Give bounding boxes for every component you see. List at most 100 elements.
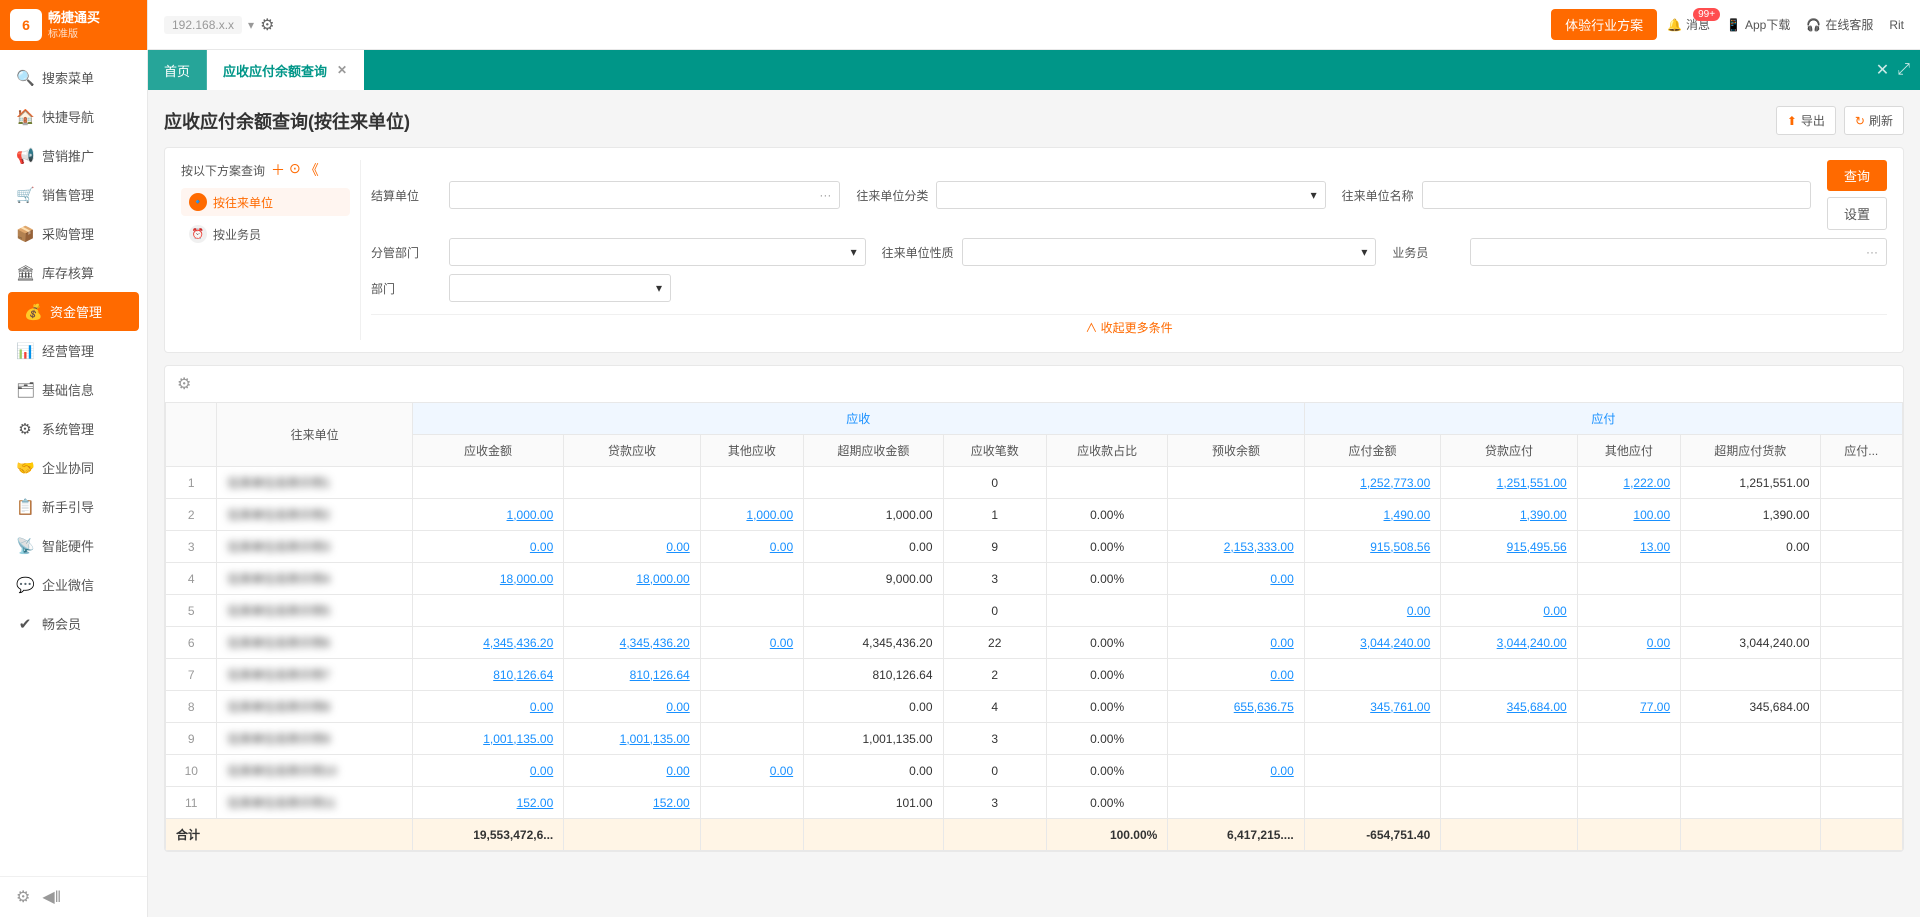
logo-icon: 6 [10,9,42,41]
sidebar-item-sales[interactable]: 🛒 销售管理 [0,175,147,214]
sidebar-item-purchase[interactable]: 📦 采购管理 [0,214,147,253]
col-overdue-ar: 超期应收金额 [804,435,943,467]
refresh-button[interactable]: ↻ 刷新 [1844,106,1904,135]
app-download-button[interactable]: 📱 App下载 [1726,16,1790,33]
filter-row-3: 部门 ▾ [371,274,1887,302]
query-button[interactable]: 查询 [1827,160,1887,191]
tab-close-icon[interactable]: ✕ [337,63,347,77]
header-dropdown-icon[interactable]: ▾ [248,18,254,32]
partner-nature-select[interactable]: ▾ [962,238,1377,266]
sidebar-item-label: 智能硬件 [42,536,94,555]
partner-name-cell[interactable]: 往来单位名称示例6 [217,627,412,659]
partner-name-cell[interactable]: 往来单位名称示例1 [217,467,412,499]
col-ar-ratio: 应收款占比 [1046,435,1167,467]
solution-button[interactable]: 体验行业方案 [1551,9,1657,40]
branch-dept-select[interactable]: ▾ [449,238,866,266]
online-service-button[interactable]: 🎧 在线客服 [1806,16,1873,33]
table-row: 2往来单位名称示例21,000.001,000.001,000.0010.00%… [166,499,1903,531]
header-address: 192.168.x.x [164,16,242,34]
page-actions: ⬆ 导出 ↻ 刷新 [1776,106,1904,135]
table-row: 5往来单位名称示例500.000.00 [166,595,1903,627]
sidebar-item-label: 采购管理 [42,224,94,243]
sidebar-item-newbie[interactable]: 📋 新手引导 [0,487,147,526]
partner-name-cell[interactable]: 往来单位名称示例11 [217,787,412,819]
app-version: 标准版 [48,25,100,40]
sidebar-item-marketing[interactable]: 📢 营销推广 [0,136,147,175]
sidebar-item-smart-hw[interactable]: 📡 智能硬件 [0,526,147,565]
partner-name-cell[interactable]: 往来单位名称示例10 [217,755,412,787]
business-icon: 📊 [16,342,34,360]
filter-row-1: 结算单位 ··· 往来单位分类 ▾ 往来单位名称 [371,160,1887,230]
sidebar-item-business[interactable]: 📊 经营管理 [0,331,147,370]
table-row: 9往来单位名称示例91,001,135.001,001,135.001,001,… [166,723,1903,755]
filter-right: 结算单位 ··· 往来单位分类 ▾ 往来单位名称 [371,160,1887,340]
sidebar-item-member[interactable]: ✔ 畅会员 [0,604,147,643]
sidebar-item-inventory[interactable]: 🏛 库存核算 [0,253,147,292]
sidebar-item-fund[interactable]: 💰 资金管理 [8,292,139,331]
data-table-wrapper: ⚙ 往来单位 应收 应付 应收金额 贷款应收 其他应收 超期应收金额 [164,365,1904,852]
tabbar-expand-icon[interactable]: ⤢ [1897,61,1910,79]
partner-name-cell[interactable]: 往来单位名称示例5 [217,595,412,627]
app-download-label: App下载 [1745,16,1790,33]
tabbar-close-icon[interactable]: ✕ [1876,60,1889,80]
sidebar-item-label: 企业协同 [42,458,94,477]
partner-name-cell[interactable]: 往来单位名称示例3 [217,531,412,563]
total-ap-amount: -654,751.40 [1304,819,1440,851]
header-settings-icon[interactable]: ⚙ [260,15,274,35]
partner-name-cell[interactable]: 往来单位名称示例8 [217,691,412,723]
row-no: 2 [166,499,217,531]
salesperson-input[interactable]: ··· [1470,238,1887,266]
sidebar-item-search-menu[interactable]: 🔍 搜索菜单 [0,58,147,97]
collapse-more-btn[interactable]: ∧ 收起更多条件 [371,314,1887,340]
sidebar-item-corp-wechat[interactable]: 💬 企业微信 [0,565,147,604]
table-row: 7往来单位名称示例7810,126.64810,126.64810,126.64… [166,659,1903,691]
page-title: 应收应付余额查询(按往来单位) [164,108,410,134]
user-menu[interactable]: Rit [1889,18,1904,32]
filter-option-by-unit[interactable]: 🔹 按往来单位 [181,188,350,216]
settings-bottom-icon[interactable]: ⚙ [16,887,30,907]
notification-button[interactable]: 🔔 消息 99+ [1667,16,1710,33]
sidebar-item-label: 销售管理 [42,185,94,204]
partner-name-cell[interactable]: 往来单位名称示例2 [217,499,412,531]
filter-field-salesperson: 业务员 ··· [1392,238,1887,266]
row-no: 9 [166,723,217,755]
tab-home-label: 首页 [164,61,190,80]
sidebar-item-system[interactable]: ⚙ 系统管理 [0,409,147,448]
sales-icon: 🛒 [16,186,34,204]
total-ar-ratio: 100.00% [1046,819,1167,851]
sidebar-item-label: 快捷导航 [42,107,94,126]
export-button[interactable]: ⬆ 导出 [1776,106,1836,135]
table-row: 11往来单位名称示例11152.00152.00101.0030.00% [166,787,1903,819]
partner-name-cell[interactable]: 往来单位名称示例4 [217,563,412,595]
row-no: 4 [166,563,217,595]
system-icon: ⚙ [16,420,34,438]
settlement-unit-input[interactable]: ··· [449,181,840,209]
partner-category-select[interactable]: ▾ [936,181,1325,209]
total-prepaid: 6,417,215.... [1168,819,1304,851]
table-row: 4往来单位名称示例418,000.0018,000.009,000.0030.0… [166,563,1903,595]
table-settings-icon[interactable]: ⚙ [177,374,191,394]
partner-name-input[interactable] [1422,181,1811,209]
filter-field-dept: 部门 ▾ [371,274,671,302]
service-icon: 🎧 [1806,18,1821,32]
dept-select[interactable]: ▾ [449,274,671,302]
partner-name-cell[interactable]: 往来单位名称示例7 [217,659,412,691]
marketing-icon: 📢 [16,147,34,165]
sidebar-item-basic-info[interactable]: 🗂 基础信息 [0,370,147,409]
sidebar-item-quick-nav[interactable]: 🏠 快捷导航 [0,97,147,136]
filter-field-partner-category: 往来单位分类 ▾ [856,181,1325,209]
tab-ar-ap-balance[interactable]: 应收应付余额查询 ✕ [207,50,364,90]
sidebar-item-corp-collab[interactable]: 🤝 企业协同 [0,448,147,487]
filter-option-by-staff[interactable]: ⏰ 按业务员 [181,220,350,248]
collapse-sidebar-icon[interactable]: ◀‖ [42,887,61,907]
tab-home[interactable]: 首页 [148,50,207,90]
add-filter-icon[interactable]: ＋ [271,160,285,180]
edit-filter-icon[interactable]: ⊙ [289,160,301,180]
collapse-filter-icon[interactable]: 《 [305,160,319,180]
col-no [166,403,217,467]
refresh-icon: ↻ [1855,114,1865,128]
partner-name-cell[interactable]: 往来单位名称示例9 [217,723,412,755]
table-settings-row: ⚙ [165,366,1903,402]
settings-button[interactable]: 设置 [1827,197,1887,230]
col-prepaid: 预收余额 [1168,435,1304,467]
